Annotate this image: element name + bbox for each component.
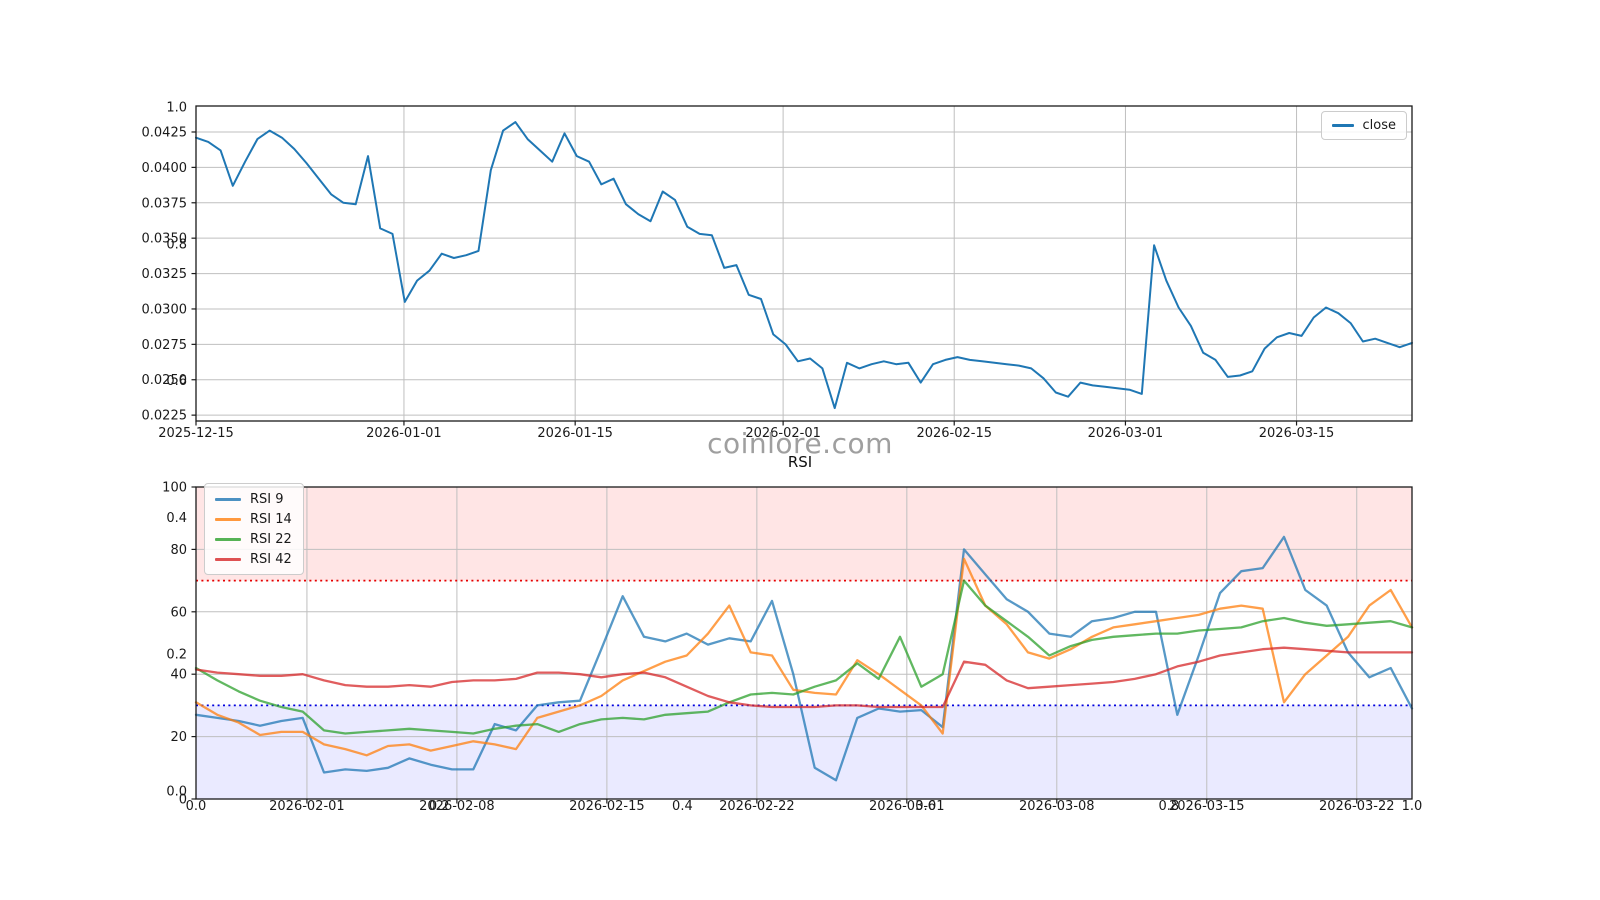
rsi-panel: 2026-02-01 2026-02-08 2026-02-15 2026-02-22… [162,481,1414,814]
rsi-y-tick-label: 60 [170,605,187,620]
rsi-x-tick-label: 2026-02-15 [569,799,645,814]
legend-label-rsi-9: RSI 9 [250,491,284,507]
overlay-x-tick-label: 0.2 [429,799,450,814]
rsi-x-tick-label: 2026-03-22 [1319,799,1395,814]
rsi-14-swatch [215,517,241,521]
rsi-y-tick-label: 100 [162,481,187,496]
overlay-x-tick-label: 1.0 [1402,799,1423,814]
price-axes-frame [195,105,1413,422]
rsi-x-tick-label: 2026-03-15 [1169,799,1245,814]
legend-label-rsi-42: RSI 42 [250,551,292,567]
price-y-tick-label: 0.0400 [142,161,188,176]
overlay-y-tick-label: 0.6 [166,374,187,389]
price-y-tick-label: 0.0425 [142,125,188,140]
overlay-y-tick-label: 0.0 [166,785,187,800]
rsi-x-tick-label: 2026-02-22 [719,799,795,814]
overlay-x-tick-label: 0.8 [1158,799,1179,814]
rsi-9-swatch [215,497,241,501]
overlay-y-tick-label: 0.2 [166,648,187,663]
legend-row-rsi-42: RSI 42 [205,549,303,569]
rsi-y-tick-label: 80 [170,543,187,558]
overlay-y-tick-label: 0.8 [166,237,187,252]
legend-row-rsi-22: RSI 22 [205,529,303,549]
rsi-y-tick-label: 20 [170,730,187,745]
legend-row-rsi-9: RSI 9 [205,489,303,509]
legend-label-rsi-22: RSI 22 [250,531,292,547]
close-line [195,121,1413,410]
rsi-x-tick-label: 2026-02-01 [269,799,345,814]
rsi-x-tick-label: 2026-03-08 [1019,799,1095,814]
rsi-42-swatch [215,557,241,561]
rsi-y-tick-label: 40 [170,668,187,683]
price-y-tick-label: 0.0325 [142,267,188,282]
price-rsi-figure: 2025-12-15 2026-01-01 2026-01-15 2026-02-01… [0,0,1600,900]
rsi-panel-title: RSI [787,453,813,471]
close-line-swatch [1332,124,1354,127]
price-legend: close [1321,111,1407,140]
price-y-tick-label: 0.0375 [142,196,188,211]
price-panel: 2025-12-15 2026-01-01 2026-01-15 2026-02-01… [142,105,1413,441]
rsi-42-line [194,646,1414,709]
overlay-y-tick-label: 0.4 [166,511,187,526]
overlay-x-tick-label: 0.6 [915,799,936,814]
legend-row-rsi-14: RSI 14 [205,509,303,529]
legend-label-close: close [1362,118,1396,133]
overlay-x-tick-label: 0.4 [672,799,693,814]
overlay-y-tick-label: 1.0 [166,101,187,116]
overbought-band [196,487,1412,581]
overlay-x-tick-label: 0.0 [186,799,207,814]
rsi-legend: RSI 9 RSI 14 RSI 22 RSI 42 [204,483,304,575]
price-y-tick-label: 0.0300 [142,302,188,317]
rsi-22-swatch [215,537,241,541]
price-y-tick-label: 0.0275 [142,338,188,353]
price-y-tick-label: 0.0225 [142,409,188,424]
legend-row-close: close [1322,116,1406,136]
legend-label-rsi-14: RSI 14 [250,511,292,527]
